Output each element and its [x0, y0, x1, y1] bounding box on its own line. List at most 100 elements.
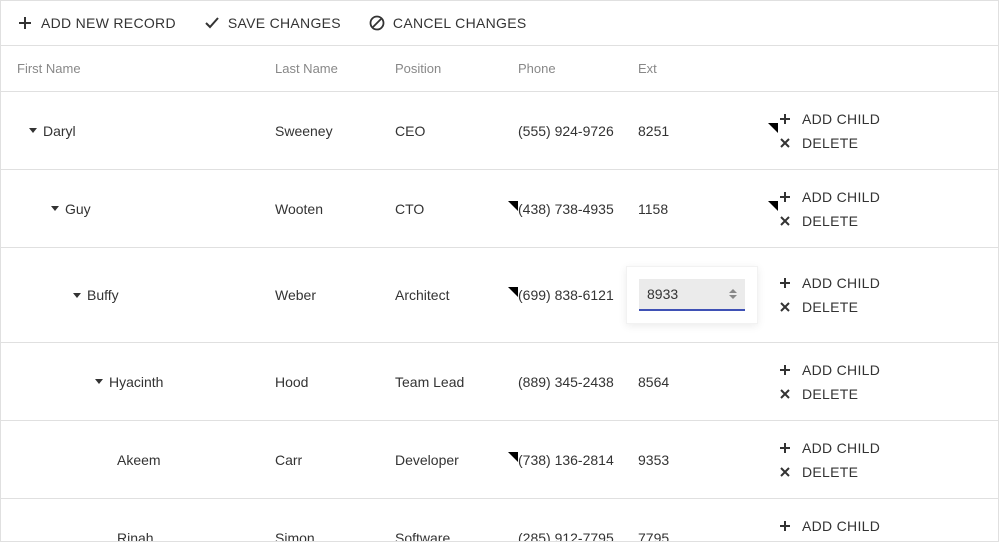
- delete-button[interactable]: DELETE: [778, 386, 990, 402]
- cell-position[interactable]: Developer: [395, 452, 518, 468]
- check-icon: [204, 15, 220, 31]
- table-row: DarylSweeneyCEO(555) 924-97268251ADD CHI…: [1, 92, 998, 170]
- header-actions: [778, 61, 998, 76]
- add-child-label: ADD CHILD: [802, 189, 880, 205]
- treelist-body[interactable]: DarylSweeneyCEO(555) 924-97268251ADD CHI…: [1, 92, 998, 541]
- cell-ext[interactable]: 8564: [638, 374, 778, 390]
- expand-caret-icon[interactable]: [95, 379, 103, 384]
- add-child-button[interactable]: ADD CHILD: [778, 518, 990, 534]
- plus-icon: [778, 363, 792, 377]
- delete-button[interactable]: DELETE: [778, 135, 990, 151]
- cell-ext[interactable]: 1158: [638, 201, 778, 217]
- add-child-label: ADD CHILD: [802, 111, 880, 127]
- add-child-label: ADD CHILD: [802, 362, 880, 378]
- plus-icon: [17, 15, 33, 31]
- first-name-text: Akeem: [117, 452, 161, 468]
- cell-last-name[interactable]: Sweeney: [275, 123, 395, 139]
- cell-ext[interactable]: 9353: [638, 452, 778, 468]
- column-headers: First Name Last Name Position Phone Ext: [1, 46, 998, 92]
- delete-button[interactable]: DELETE: [778, 213, 990, 229]
- cell-last-name[interactable]: Carr: [275, 452, 395, 468]
- cell-phone[interactable]: (438) 738-4935: [518, 201, 638, 217]
- save-label: SAVE CHANGES: [228, 15, 341, 31]
- dirty-indicator-icon: [768, 201, 778, 211]
- cell-actions: ADD CHILD DELETE: [778, 362, 998, 402]
- delete-label: DELETE: [802, 135, 858, 151]
- cell-phone[interactable]: (738) 136-2814: [518, 452, 638, 468]
- number-spinner: [729, 289, 737, 299]
- treelist-container: { "toolbar": { "add": "ADD NEW RECORD", …: [0, 0, 999, 542]
- plus-icon: [778, 441, 792, 455]
- header-ext[interactable]: Ext: [638, 61, 778, 76]
- add-child-label: ADD CHILD: [802, 275, 880, 291]
- add-new-record-button[interactable]: ADD NEW RECORD: [17, 15, 176, 31]
- delete-button[interactable]: DELETE: [778, 299, 990, 315]
- cell-first-name[interactable]: Hyacinth: [17, 374, 275, 390]
- plus-icon: [778, 519, 792, 533]
- spinner-up-icon[interactable]: [729, 289, 737, 293]
- cell-actions: ADD CHILD DELETE: [778, 275, 998, 315]
- cell-position[interactable]: CEO: [395, 123, 518, 139]
- add-child-button[interactable]: ADD CHILD: [778, 362, 990, 378]
- cell-first-name[interactable]: Guy: [17, 201, 275, 217]
- cell-first-name[interactable]: Rinah: [17, 530, 275, 542]
- cell-last-name[interactable]: Weber: [275, 287, 395, 303]
- cell-actions: ADD CHILD DELETE: [778, 440, 998, 480]
- add-child-button[interactable]: ADD CHILD: [778, 440, 990, 456]
- cell-phone[interactable]: (889) 345-2438: [518, 374, 638, 390]
- first-name-text: Daryl: [43, 123, 76, 139]
- table-row: Guy WootenCTO(438) 738-49351158 ADD CHILD D…: [1, 170, 998, 248]
- expand-caret-icon[interactable]: [29, 128, 37, 133]
- cell-actions: ADD CHILD DELETE: [778, 111, 998, 151]
- table-row: Rinah SimonSoftware(285) 912-77957795 ADD …: [1, 499, 998, 541]
- cell-position[interactable]: Software: [395, 530, 518, 542]
- delete-button[interactable]: DELETE: [778, 464, 990, 480]
- cell-ext[interactable]: 8251: [638, 123, 778, 139]
- add-child-button[interactable]: ADD CHILD: [778, 275, 990, 291]
- header-position[interactable]: Position: [395, 61, 518, 76]
- ext-input[interactable]: [647, 286, 707, 302]
- cell-last-name[interactable]: Simon: [275, 530, 395, 542]
- header-first-name[interactable]: First Name: [17, 61, 275, 76]
- cell-first-name[interactable]: Buffy: [17, 287, 275, 303]
- cell-phone[interactable]: (699) 838-6121: [518, 287, 638, 303]
- cell-phone[interactable]: (555) 924-9726: [518, 123, 638, 139]
- header-phone[interactable]: Phone: [518, 61, 638, 76]
- expand-caret-icon[interactable]: [73, 293, 81, 298]
- add-child-button[interactable]: ADD CHILD: [778, 189, 990, 205]
- header-last-name[interactable]: Last Name: [275, 61, 395, 76]
- plus-icon: [778, 190, 792, 204]
- close-icon: [778, 387, 792, 401]
- table-row: HyacinthHoodTeam Lead(889) 345-24388564A…: [1, 343, 998, 421]
- first-name-text: Buffy: [87, 287, 119, 303]
- spinner-down-icon[interactable]: [729, 295, 737, 299]
- add-label: ADD NEW RECORD: [41, 15, 176, 31]
- close-icon: [778, 300, 792, 314]
- cell-position[interactable]: CTO: [395, 201, 518, 217]
- plus-icon: [778, 112, 792, 126]
- add-child-button[interactable]: ADD CHILD: [778, 111, 990, 127]
- toolbar: ADD NEW RECORD SAVE CHANGES CANCEL CHANG…: [1, 1, 998, 46]
- close-icon: [778, 465, 792, 479]
- plus-icon: [778, 276, 792, 290]
- cell-position[interactable]: Team Lead: [395, 374, 518, 390]
- first-name-text: Hyacinth: [109, 374, 163, 390]
- cell-phone[interactable]: (285) 912-7795: [518, 530, 638, 542]
- cell-ext[interactable]: [638, 266, 778, 324]
- first-name-text: Guy: [65, 201, 91, 217]
- cell-actions: ADD CHILD DELETE: [778, 189, 998, 229]
- cell-last-name[interactable]: Wooten: [275, 201, 395, 217]
- cancel-icon: [369, 15, 385, 31]
- cancel-changes-button[interactable]: CANCEL CHANGES: [369, 15, 527, 31]
- cell-first-name[interactable]: Akeem: [17, 452, 275, 468]
- dirty-indicator-icon: [508, 287, 518, 297]
- cell-last-name[interactable]: Hood: [275, 374, 395, 390]
- cell-ext[interactable]: 7795: [638, 530, 778, 542]
- ext-editor: [626, 266, 758, 324]
- cell-first-name[interactable]: Daryl: [17, 123, 275, 139]
- add-child-label: ADD CHILD: [802, 518, 880, 534]
- save-changes-button[interactable]: SAVE CHANGES: [204, 15, 341, 31]
- cell-position[interactable]: Architect: [395, 287, 518, 303]
- first-name-text: Rinah: [117, 530, 154, 542]
- expand-caret-icon[interactable]: [51, 206, 59, 211]
